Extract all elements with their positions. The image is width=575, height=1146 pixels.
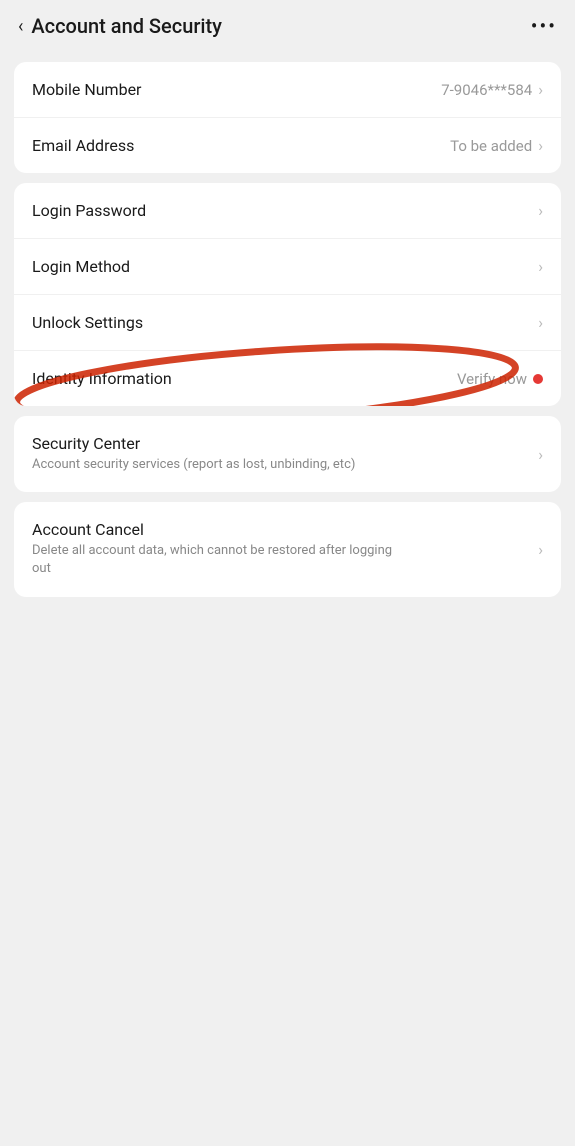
mobile-number-right: 7-9046***584 › (441, 80, 543, 99)
login-settings-section: Login Password › Login Method › Unlock S… (14, 183, 561, 406)
header: ‹ Account and Security ••• (0, 0, 575, 52)
account-cancel-chevron: › (538, 540, 543, 559)
mobile-number-left: Mobile Number (32, 80, 141, 99)
identity-information-left: Identity Information (32, 369, 172, 388)
mobile-number-item[interactable]: Mobile Number 7-9046***584 › (14, 62, 561, 118)
mobile-number-chevron: › (538, 80, 543, 99)
identity-information-right: Verify now (457, 370, 543, 388)
account-cancel-section: Account Cancel Delete all account data, … (14, 502, 561, 596)
header-left: ‹ Account and Security (18, 14, 222, 38)
mobile-number-value: 7-9046***584 (441, 81, 532, 99)
unlock-settings-left: Unlock Settings (32, 313, 143, 332)
login-password-left: Login Password (32, 201, 146, 220)
mobile-number-label: Mobile Number (32, 80, 141, 99)
login-password-label: Login Password (32, 201, 146, 220)
identity-information-item[interactable]: Identity Information Verify now (14, 351, 561, 406)
account-cancel-sublabel: Delete all account data, which cannot be… (32, 542, 412, 578)
unlock-settings-label: Unlock Settings (32, 313, 143, 332)
security-center-label: Security Center (32, 434, 355, 453)
login-method-right: › (538, 257, 543, 276)
security-center-chevron: › (538, 445, 543, 464)
login-method-label: Login Method (32, 257, 130, 276)
security-center-sublabel: Account security services (report as los… (32, 456, 355, 474)
more-options-icon[interactable]: ••• (531, 14, 557, 38)
email-address-chevron: › (538, 136, 543, 155)
unlock-settings-item[interactable]: Unlock Settings › (14, 295, 561, 351)
login-password-right: › (538, 201, 543, 220)
security-center-item[interactable]: Security Center Account security service… (14, 416, 561, 492)
account-cancel-item[interactable]: Account Cancel Delete all account data, … (14, 502, 561, 596)
email-address-item[interactable]: Email Address To be added › (14, 118, 561, 173)
login-password-chevron: › (538, 201, 543, 220)
email-address-label: Email Address (32, 136, 134, 155)
contact-info-section: Mobile Number 7-9046***584 › Email Addre… (14, 62, 561, 173)
login-method-item[interactable]: Login Method › (14, 239, 561, 295)
email-address-value: To be added (450, 137, 532, 155)
notification-dot (533, 374, 543, 384)
email-address-left: Email Address (32, 136, 134, 155)
security-center-right: › (538, 445, 543, 464)
unlock-settings-chevron: › (538, 313, 543, 332)
login-password-item[interactable]: Login Password › (14, 183, 561, 239)
account-cancel-label: Account Cancel (32, 520, 412, 539)
security-center-left: Security Center Account security service… (32, 434, 355, 474)
identity-information-label: Identity Information (32, 369, 172, 388)
account-cancel-left: Account Cancel Delete all account data, … (32, 520, 412, 578)
account-cancel-right: › (538, 540, 543, 559)
email-address-right: To be added › (450, 136, 543, 155)
login-method-chevron: › (538, 257, 543, 276)
back-icon[interactable]: ‹ (18, 16, 23, 37)
unlock-settings-right: › (538, 313, 543, 332)
security-center-section: Security Center Account security service… (14, 416, 561, 492)
page-title: Account and Security (31, 14, 222, 38)
verify-now-text: Verify now (457, 370, 527, 388)
login-method-left: Login Method (32, 257, 130, 276)
